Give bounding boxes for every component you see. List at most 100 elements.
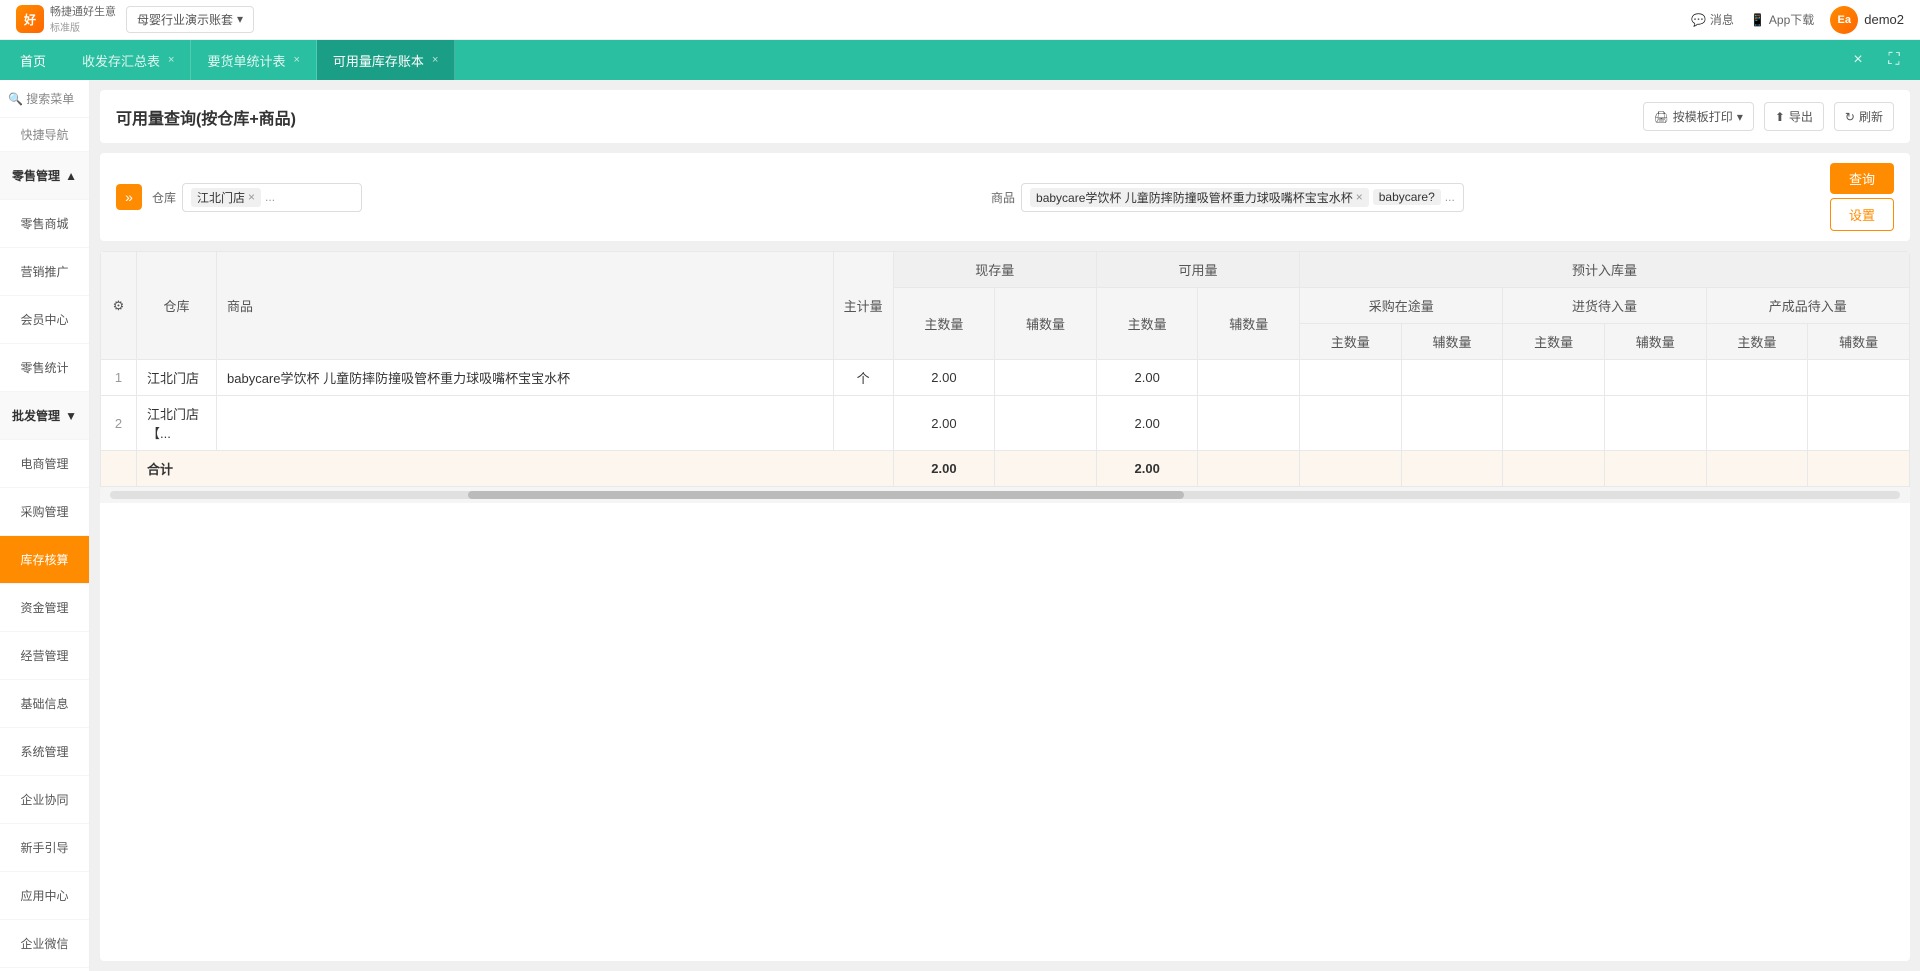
footer-row: 合计 2.00 2.00 <box>101 451 1910 487</box>
sidebar-item-inventory[interactable]: 库存核算 <box>0 536 89 584</box>
fullscreen-btn[interactable]: ⛶ <box>1880 46 1908 74</box>
th-forecast-group: 预计入库量 <box>1300 252 1910 288</box>
warehouse-tag-close-icon[interactable]: × <box>248 190 255 204</box>
footer-prod-aux <box>1808 451 1910 487</box>
sidebar-item-retail-mgmt[interactable]: 零售管理 ▲ <box>0 152 89 200</box>
tab-receive-summary[interactable]: 收发存汇总表 × <box>66 40 191 80</box>
refresh-icon: ↻ <box>1845 110 1855 124</box>
th-goods: 商品 <box>217 252 834 360</box>
tab-available-stock[interactable]: 可用量库存账本 × <box>317 40 455 80</box>
scroll-track[interactable] <box>110 491 1900 499</box>
th-avail-main: 主数量 <box>1096 288 1198 360</box>
print-label: 按模板打印 <box>1673 108 1733 125</box>
sidebar-item-operations[interactable]: 经营管理 <box>0 632 89 680</box>
app-center-label: 应用中心 <box>20 887 68 904</box>
row-1-stock-aux <box>995 360 1097 396</box>
close-tab-btn[interactable]: × <box>1844 46 1872 74</box>
sidebar-quick-nav[interactable]: 快捷导航 <box>0 118 89 152</box>
goods-filter-more[interactable]: ... <box>1445 190 1455 204</box>
refresh-btn[interactable]: ↻ 刷新 <box>1834 102 1894 131</box>
warehouse-filter-label: 仓库 <box>152 189 176 206</box>
th-stock-group: 现存量 <box>893 252 1096 288</box>
tab-home-label: 首页 <box>20 51 46 70</box>
sidebar-item-members[interactable]: 会员中心 <box>0 296 89 344</box>
footer-stock-main: 2.00 <box>893 451 995 487</box>
sidebar-item-ecommerce[interactable]: 电商管理 <box>0 440 89 488</box>
sidebar: 🔍 搜索菜单 快捷导航 零售管理 ▲ 零售商城 营销推广 会员中心 零售统计 批… <box>0 80 90 971</box>
close-available-stock-icon[interactable]: × <box>432 54 438 66</box>
message-btn[interactable]: 💬 消息 <box>1691 11 1734 28</box>
print-btn[interactable]: 🖨 按模板打印 ▾ <box>1643 102 1754 131</box>
message-icon: 💬 <box>1691 13 1706 27</box>
message-label: 消息 <box>1710 11 1734 28</box>
inventory-label: 库存核算 <box>20 551 68 568</box>
row-1-prod-aux <box>1808 360 1910 396</box>
system-label: 系统管理 <box>20 743 68 760</box>
top-header: 好 畅捷通好生意 标准版 母婴行业演示账套 ▾ 💬 消息 📱 App下载 Ea … <box>0 0 1920 40</box>
row-2-avail-aux <box>1198 396 1300 451</box>
sidebar-item-retail-stats[interactable]: 零售统计 <box>0 344 89 392</box>
row-1-stock-main: 2.00 <box>893 360 995 396</box>
th-avail-group: 可用量 <box>1096 252 1299 288</box>
sidebar-search[interactable]: 🔍 搜索菜单 <box>0 80 89 118</box>
th-pur-trans-main: 主数量 <box>1300 324 1402 360</box>
export-btn[interactable]: ⬆ 导出 <box>1764 102 1824 131</box>
row-2-inbound-main <box>1503 396 1605 451</box>
table-header-row-1: ⚙ 仓库 商品 主计量 现存量 可用量 预计入库量 <box>101 252 1910 288</box>
warehouse-filter-more[interactable]: ... <box>265 190 275 204</box>
close-order-stats-icon[interactable]: × <box>293 54 299 66</box>
download-icon: 📱 <box>1750 13 1765 27</box>
sidebar-item-wechat[interactable]: 企业微信 <box>0 920 89 968</box>
sidebar-item-system[interactable]: 系统管理 <box>0 728 89 776</box>
warehouse-tag: 江北门店 × <box>191 188 261 207</box>
row-2-pur-trans-main <box>1300 396 1402 451</box>
purchase-label: 采购管理 <box>20 503 68 520</box>
sidebar-item-purchase[interactable]: 采购管理 <box>0 488 89 536</box>
logo-text-area: 畅捷通好生意 标准版 <box>50 5 116 34</box>
sidebar-item-basic-info[interactable]: 基础信息 <box>0 680 89 728</box>
sidebar-item-finance[interactable]: 资金管理 <box>0 584 89 632</box>
sidebar-item-retail-mall[interactable]: 零售商城 <box>0 200 89 248</box>
settings-button[interactable]: 设置 <box>1830 198 1894 231</box>
row-2-prod-main <box>1706 396 1808 451</box>
warehouse-filter-input[interactable]: 江北门店 × ... <box>182 183 362 212</box>
warehouse-tag-value: 江北门店 <box>197 189 245 206</box>
row-1-pur-trans-aux <box>1401 360 1503 396</box>
marketing-label: 营销推广 <box>20 263 68 280</box>
sidebar-item-newbie[interactable]: 新手引导 <box>0 824 89 872</box>
goods-filter-input[interactable]: babycare学饮杯 儿童防摔防撞吸管杯重力球吸嘴杯宝宝水杯 × babyca… <box>1021 183 1464 212</box>
sidebar-item-marketing[interactable]: 营销推广 <box>0 248 89 296</box>
footer-avail-aux <box>1198 451 1300 487</box>
scroll-area <box>100 487 1910 503</box>
row-2-stock-aux <box>995 396 1097 451</box>
industry-label: 母婴行业演示账套 <box>137 11 233 28</box>
th-prod-main: 主数量 <box>1706 324 1808 360</box>
goods-tag-1-close-icon[interactable]: × <box>1356 190 1363 204</box>
app-download-btn[interactable]: 📱 App下载 <box>1750 11 1814 28</box>
sidebar-item-enterprise[interactable]: 企业协同 <box>0 776 89 824</box>
scroll-thumb[interactable] <box>468 491 1184 499</box>
th-pur-trans-aux: 辅数量 <box>1401 324 1503 360</box>
logo-icon: 好 <box>16 5 44 33</box>
search-icon: 🔍 <box>8 92 23 106</box>
query-button[interactable]: 查询 <box>1830 163 1894 194</box>
row-1-avail-main: 2.00 <box>1096 360 1198 396</box>
tab-order-stats[interactable]: 要货单统计表 × <box>191 40 316 80</box>
th-stock-aux: 辅数量 <box>995 288 1097 360</box>
nav-tabs: 首页 收发存汇总表 × 要货单统计表 × 可用量库存账本 × × ⛶ <box>0 40 1920 80</box>
th-avail-aux: 辅数量 <box>1198 288 1300 360</box>
industry-selector[interactable]: 母婴行业演示账套 ▾ <box>126 6 254 33</box>
row-1-warehouse: 江北门店 <box>137 360 217 396</box>
sidebar-item-app-center[interactable]: 应用中心 <box>0 872 89 920</box>
close-receive-summary-icon[interactable]: × <box>168 54 174 66</box>
row-2-avail-main: 2.00 <box>1096 396 1198 451</box>
th-gear[interactable]: ⚙ <box>101 252 137 360</box>
logo-sub: 标准版 <box>50 19 116 34</box>
expand-btn[interactable]: » <box>116 184 142 210</box>
sidebar-item-wholesale-mgmt[interactable]: 批发管理 ▼ <box>0 392 89 440</box>
th-prod-group: 产成品待入量 <box>1706 288 1909 324</box>
user-area[interactable]: Ea demo2 <box>1830 6 1904 34</box>
th-inbound-group: 进货待入量 <box>1503 288 1706 324</box>
tab-home[interactable]: 首页 <box>0 40 66 80</box>
table-row: 2 江北门店【... 2.00 2.00 <box>101 396 1910 451</box>
